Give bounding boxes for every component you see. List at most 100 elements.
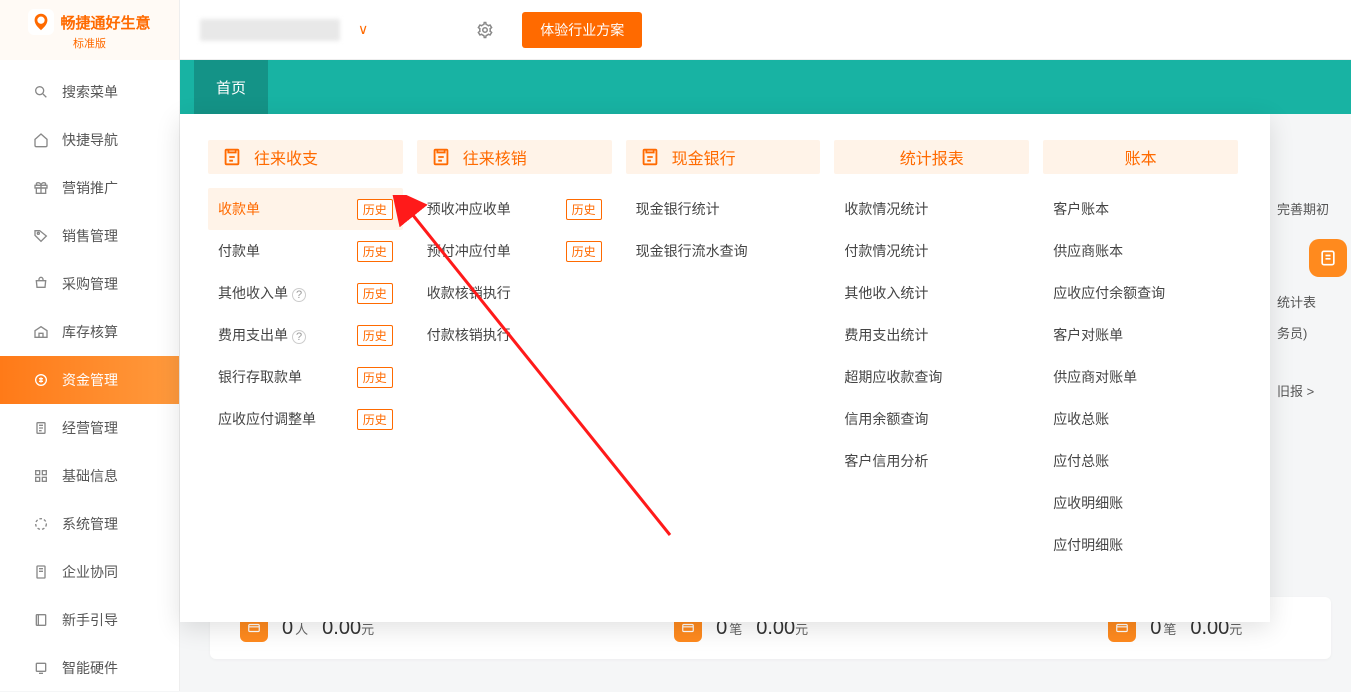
sidebar: 畅捷通好生意 标准版 搜索菜单 快捷导航 营销推广 销售管理 采购管理 库存核算 xyxy=(0,0,180,691)
history-badge[interactable]: 历史 xyxy=(357,325,393,346)
help-icon[interactable]: ? xyxy=(292,330,306,344)
history-badge[interactable]: 历史 xyxy=(566,241,602,262)
megamenu-item[interactable]: 收款情况统计 xyxy=(834,188,1029,230)
sidebar-item-base[interactable]: 基础信息 xyxy=(0,452,179,500)
megamenu-item-label: 预收冲应收单 xyxy=(427,199,511,219)
megamenu-item-label: 预付冲应付单 xyxy=(427,241,511,261)
megamenu-item[interactable]: 客户账本 xyxy=(1043,188,1238,230)
settings-button[interactable] xyxy=(470,15,500,45)
history-badge[interactable]: 历史 xyxy=(566,199,602,220)
tab-home[interactable]: 首页 xyxy=(194,60,268,114)
company-name-redacted xyxy=(200,19,340,41)
sidebar-item-label: 智能硬件 xyxy=(62,658,118,678)
sidebar-item-guide[interactable]: 新手引导 xyxy=(0,596,179,644)
megamenu-item-label: 应收应付调整单 xyxy=(218,409,316,429)
gift-icon xyxy=(32,179,50,197)
sidebar-item-label: 快捷导航 xyxy=(62,130,118,150)
megamenu-column-header: 账本 xyxy=(1043,140,1238,174)
sidebar-item-funds[interactable]: 资金管理 xyxy=(0,356,179,404)
sidebar-item-label: 系统管理 xyxy=(62,514,118,534)
megamenu-item[interactable]: 预收冲应收单 历史 xyxy=(417,188,612,230)
megamenu-item[interactable]: 付款单 历史 xyxy=(208,230,403,272)
history-badge[interactable]: 历史 xyxy=(357,283,393,304)
sidebar-item-label: 基础信息 xyxy=(62,466,118,486)
megamenu-item[interactable]: 付款情况统计 xyxy=(834,230,1029,272)
sidebar-item-label: 新手引导 xyxy=(62,610,118,630)
megamenu-item-label: 收款单 xyxy=(218,199,260,219)
sidebar-item-quicknav[interactable]: 快捷导航 xyxy=(0,116,179,164)
megamenu-column: 账本客户账本供应商账本应收应付余额查询客户对账单供应商对账单应收总账应付总账应收… xyxy=(1039,140,1248,594)
report-icon-chip[interactable] xyxy=(1309,239,1347,277)
megamenu-column-title: 现金银行 xyxy=(672,145,736,169)
megamenu-column-header: 统计报表 xyxy=(834,140,1029,174)
sidebar-item-stock[interactable]: 库存核算 xyxy=(0,308,179,356)
money-icon xyxy=(32,371,50,389)
sidebar-item-sales[interactable]: 销售管理 xyxy=(0,212,179,260)
logo-block: 畅捷通好生意 标准版 xyxy=(0,0,179,60)
megamenu-item[interactable]: 现金银行流水查询 xyxy=(626,230,821,272)
sidebar-item-sys[interactable]: 系统管理 xyxy=(0,500,179,548)
home-icon xyxy=(32,131,50,149)
grid-icon xyxy=(32,467,50,485)
device-icon xyxy=(32,659,50,677)
report-icon xyxy=(1318,248,1338,268)
megamenu-item[interactable]: 应收应付余额查询 xyxy=(1043,272,1238,314)
megamenu-item[interactable]: 收款核销执行 xyxy=(417,272,612,314)
history-badge[interactable]: 历史 xyxy=(357,409,393,430)
megamenu-item[interactable]: 应收明细账 xyxy=(1043,482,1238,524)
megamenu-column: 现金银行现金银行统计现金银行流水查询 xyxy=(622,140,831,594)
sidebar-item-corp[interactable]: 企业协同 xyxy=(0,548,179,596)
megamenu-item[interactable]: 供应商对账单 xyxy=(1043,356,1238,398)
megamenu-item[interactable]: 现金银行统计 xyxy=(626,188,821,230)
megamenu-item[interactable]: 费用支出统计 xyxy=(834,314,1029,356)
gear-icon xyxy=(476,21,494,39)
megamenu-item[interactable]: 其他收入统计 xyxy=(834,272,1029,314)
tag-icon xyxy=(32,227,50,245)
megamenu-item[interactable]: 客户信用分析 xyxy=(834,440,1029,482)
book-icon xyxy=(32,611,50,629)
megamenu-item[interactable]: 应收应付调整单 历史 xyxy=(208,398,403,440)
megamenu-column: 统计报表收款情况统计付款情况统计其他收入统计费用支出统计超期应收款查询信用余额查… xyxy=(830,140,1039,594)
history-badge[interactable]: 历史 xyxy=(357,367,393,388)
megamenu-item[interactable]: 费用支出单?历史 xyxy=(208,314,403,356)
cta-industry-plan-button[interactable]: 体验行业方案 xyxy=(522,12,642,48)
megamenu-item[interactable]: 应收总账 xyxy=(1043,398,1238,440)
funds-megamenu: 往来收支收款单历史付款单历史其他收入单?历史费用支出单?历史银行存取款单历史应收… xyxy=(180,114,1270,622)
company-dropdown-caret[interactable]: ∨ xyxy=(352,21,458,38)
megamenu-item[interactable]: 收款单 历史 xyxy=(208,188,403,230)
sidebar-item-label: 企业协同 xyxy=(62,562,118,582)
sidebar-item-promo[interactable]: 营销推广 xyxy=(0,164,179,212)
clipboard-icon xyxy=(32,419,50,437)
warehouse-icon xyxy=(32,323,50,341)
doc-icon xyxy=(32,563,50,581)
megamenu-column-title: 统计报表 xyxy=(900,145,964,169)
help-icon[interactable]: ? xyxy=(292,288,306,302)
megamenu-item[interactable]: 其他收入单?历史 xyxy=(208,272,403,314)
megamenu-item[interactable]: 客户对账单 xyxy=(1043,314,1238,356)
megamenu-item[interactable]: 超期应收款查询 xyxy=(834,356,1029,398)
sidebar-item-ops[interactable]: 经营管理 xyxy=(0,404,179,452)
sidebar-item-label: 销售管理 xyxy=(62,226,118,246)
history-badge[interactable]: 历史 xyxy=(357,241,393,262)
brand-name: 畅捷通好生意 xyxy=(60,12,150,33)
sidebar-item-search[interactable]: 搜索菜单 xyxy=(0,68,179,116)
megamenu-item[interactable]: 信用余额查询 xyxy=(834,398,1029,440)
stat-currency: 元 xyxy=(361,622,374,637)
sidebar-item-purchase[interactable]: 采购管理 xyxy=(0,260,179,308)
megamenu-item[interactable]: 银行存取款单历史 xyxy=(208,356,403,398)
megamenu-item[interactable]: 预付冲应付单 历史 xyxy=(417,230,612,272)
megamenu-item-label: 付款单 xyxy=(218,241,260,261)
megamenu-column-header: 往来收支 xyxy=(208,140,403,174)
sidebar-item-hw[interactable]: 智能硬件 xyxy=(0,644,179,692)
megamenu-item[interactable]: 付款核销执行 xyxy=(417,314,612,356)
hint-text: 务员) xyxy=(1277,318,1347,349)
stat-unit: 笔 xyxy=(729,622,742,637)
megamenu-column-title: 账本 xyxy=(1125,145,1157,169)
megamenu-item[interactable]: 供应商账本 xyxy=(1043,230,1238,272)
topbar: ∨ 体验行业方案 xyxy=(180,0,1351,60)
search-icon xyxy=(32,83,50,101)
megamenu-item[interactable]: 应付总账 xyxy=(1043,440,1238,482)
history-badge[interactable]: 历史 xyxy=(357,199,393,220)
megamenu-item[interactable]: 应付明细账 xyxy=(1043,524,1238,566)
hint-link[interactable]: 旧报 > xyxy=(1277,376,1347,407)
